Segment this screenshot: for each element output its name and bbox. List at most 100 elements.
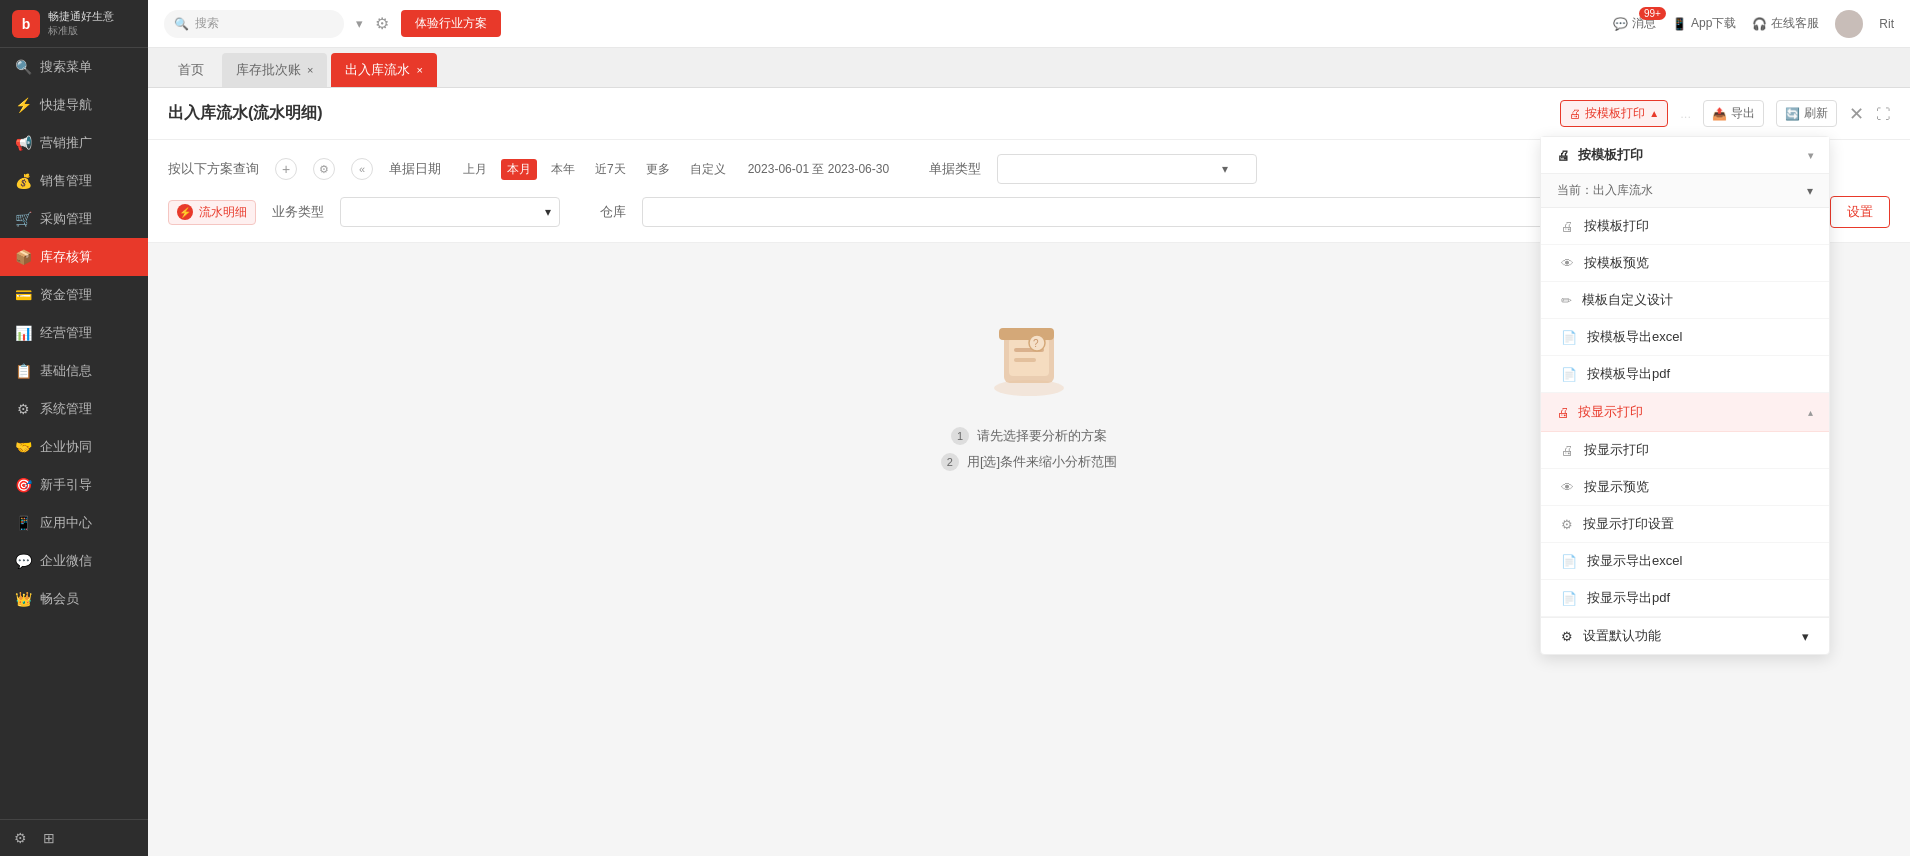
default-function-icon: ⚙ [1561, 629, 1573, 644]
svg-text:?: ? [1033, 338, 1039, 349]
settings-button[interactable]: 设置 [1830, 196, 1890, 228]
search-chevron-icon[interactable]: ▾ [356, 16, 363, 31]
display-settings-label: 按显示打印设置 [1583, 515, 1674, 533]
page-content: 出入库流水(流水明细) 🖨 按模板打印 ▲ ... 📤 导出 🔄 刷新 ✕ ⛶ [148, 88, 1910, 856]
sidebar-item-basic[interactable]: 📋 基础信息 [0, 352, 148, 390]
refresh-button[interactable]: 🔄 刷新 [1776, 100, 1837, 127]
tab-home-label: 首页 [178, 61, 204, 79]
filter-plan-label: 按以下方案查询 [168, 160, 259, 178]
online-service-button[interactable]: 🎧 在线客服 [1752, 15, 1819, 32]
sidebar-finance-label: 资金管理 [40, 286, 92, 304]
tab-flow[interactable]: 出入库流水 × [331, 53, 436, 87]
wechat-icon: 💬 [14, 552, 32, 570]
display-print-item[interactable]: 🖨 按显示打印 [1541, 432, 1829, 469]
display-excel-label: 按显示导出excel [1587, 552, 1682, 570]
export-label: 导出 [1731, 105, 1755, 122]
print-template-label: 按模板打印 [1585, 105, 1645, 122]
sidebar-footer: ⚙ ⊞ [0, 819, 148, 856]
display-pdf-item[interactable]: 📄 按显示导出pdf [1541, 580, 1829, 617]
sidebar-enterprise-label: 企业协同 [40, 438, 92, 456]
doctype-select[interactable]: ▾ [997, 154, 1257, 184]
filter-collapse-button[interactable]: « [351, 158, 373, 180]
svg-rect-3 [999, 328, 1054, 340]
tab-batch-close-icon[interactable]: × [307, 64, 313, 76]
sidebar-item-newbie[interactable]: 🎯 新手引导 [0, 466, 148, 504]
sidebar-item-system[interactable]: ⚙ 系统管理 [0, 390, 148, 428]
sidebar-item-shortcut[interactable]: ⚡ 快捷导航 [0, 86, 148, 124]
display-excel-item[interactable]: 📄 按显示导出excel [1541, 543, 1829, 580]
template-print-label: 按模板打印 [1584, 217, 1649, 235]
sidebar-item-marketing[interactable]: 📢 营销推广 [0, 124, 148, 162]
step-1-number: 1 [951, 427, 969, 445]
date-current-month[interactable]: 本月 [501, 159, 537, 180]
default-function-item[interactable]: ⚙ 设置默认功能 ▾ [1541, 617, 1829, 654]
settings-footer-icon[interactable]: ⚙ [14, 830, 27, 846]
operation-icon: 📊 [14, 324, 32, 342]
topbar-search-box[interactable]: 🔍 搜索 [164, 10, 344, 38]
page-actions: 🖨 按模板打印 ▲ ... 📤 导出 🔄 刷新 ✕ ⛶ [1560, 100, 1890, 127]
template-preview-item[interactable]: 👁 按模板预览 [1541, 245, 1829, 282]
template-pdf-item[interactable]: 📄 按模板导出pdf [1541, 356, 1829, 393]
message-button[interactable]: 💬 消息 99+ [1613, 15, 1656, 32]
tab-home[interactable]: 首页 [164, 53, 218, 87]
page-close-icon[interactable]: ✕ [1849, 103, 1864, 125]
trial-button[interactable]: 体验行业方案 [401, 10, 501, 37]
template-section-header[interactable]: 🖨 按模板打印 ▾ [1541, 137, 1829, 174]
sidebar-item-sales[interactable]: 💰 销售管理 [0, 162, 148, 200]
sidebar-shortcut-label: 快捷导航 [40, 96, 92, 114]
sidebar-item-finance[interactable]: 💳 资金管理 [0, 276, 148, 314]
sidebar-item-purchase[interactable]: 🛒 采购管理 [0, 200, 148, 238]
tab-flow-close-icon[interactable]: × [416, 64, 422, 76]
sidebar-item-inventory[interactable]: 📦 库存核算 [0, 238, 148, 276]
date-more[interactable]: 更多 [640, 159, 676, 180]
sidebar-item-enterprise[interactable]: 🤝 企业协同 [0, 428, 148, 466]
page-header: 出入库流水(流水明细) 🖨 按模板打印 ▲ ... 📤 导出 🔄 刷新 ✕ ⛶ [148, 88, 1910, 140]
message-icon: 💬 [1613, 17, 1628, 31]
sidebar-item-wechat[interactable]: 💬 企业微信 [0, 542, 148, 580]
display-excel-icon: 📄 [1561, 554, 1577, 569]
sidebar-basic-label: 基础信息 [40, 362, 92, 380]
default-function-label: 设置默认功能 [1583, 627, 1661, 645]
date-current-year[interactable]: 本年 [545, 159, 581, 180]
basic-icon: 📋 [14, 362, 32, 380]
date-last7[interactable]: 近7天 [589, 159, 632, 180]
sidebar-item-member[interactable]: 👑 畅会员 [0, 580, 148, 618]
current-template-chevron-icon: ▾ [1807, 184, 1813, 198]
step-2-number: 2 [941, 453, 959, 471]
tab-batch[interactable]: 库存批次账 × [222, 53, 327, 87]
step-2-text: 用[选]条件来缩小分析范围 [967, 453, 1117, 471]
tag-icon: ⚡ [177, 204, 193, 220]
date-prev-month[interactable]: 上月 [457, 159, 493, 180]
template-custom-item[interactable]: ✏ 模板自定义设计 [1541, 282, 1829, 319]
app-download-button[interactable]: 📱 App下载 [1672, 15, 1736, 32]
display-preview-icon: 👁 [1561, 480, 1574, 495]
display-section-header[interactable]: 🖨 按显示打印 ▴ [1541, 393, 1829, 432]
export-button[interactable]: 📤 导出 [1703, 100, 1764, 127]
template-excel-item[interactable]: 📄 按模板导出excel [1541, 319, 1829, 356]
print-template-button[interactable]: 🖨 按模板打印 ▲ [1560, 100, 1668, 127]
date-options: 上月 本月 本年 近7天 更多 自定义 2023-06-01 至 2023-06… [457, 159, 889, 180]
date-label: 单据日期 [389, 160, 441, 178]
business-type-select[interactable]: ▾ [340, 197, 560, 227]
display-preview-item[interactable]: 👁 按显示预览 [1541, 469, 1829, 506]
current-template-label: 当前：出入库流水 [1557, 182, 1653, 199]
page-expand-icon[interactable]: ⛶ [1876, 106, 1890, 122]
template-pdf-icon: 📄 [1561, 367, 1577, 382]
sidebar-wechat-label: 企业微信 [40, 552, 92, 570]
template-print-item[interactable]: 🖨 按模板打印 [1541, 208, 1829, 245]
purchase-icon: 🛒 [14, 210, 32, 228]
display-print-label: 按显示打印 [1584, 441, 1649, 459]
sidebar-item-operation[interactable]: 📊 经营管理 [0, 314, 148, 352]
topbar-gear-icon[interactable]: ⚙ [375, 14, 389, 33]
template-preview-label: 按模板预览 [1584, 254, 1649, 272]
phone-icon: 📱 [1672, 17, 1687, 31]
sidebar-item-appcenter[interactable]: 📱 应用中心 [0, 504, 148, 542]
display-settings-item[interactable]: ⚙ 按显示打印设置 [1541, 506, 1829, 543]
marketing-icon: 📢 [14, 134, 32, 152]
date-custom[interactable]: 自定义 [684, 159, 732, 180]
filter-settings-button[interactable]: ⚙ [313, 158, 335, 180]
filter-add-button[interactable]: + [275, 158, 297, 180]
menu-footer-icon[interactable]: ⊞ [43, 830, 55, 846]
warehouse-select[interactable]: ··· [642, 197, 1602, 227]
sidebar-item-search[interactable]: 🔍 搜索菜单 [0, 48, 148, 86]
